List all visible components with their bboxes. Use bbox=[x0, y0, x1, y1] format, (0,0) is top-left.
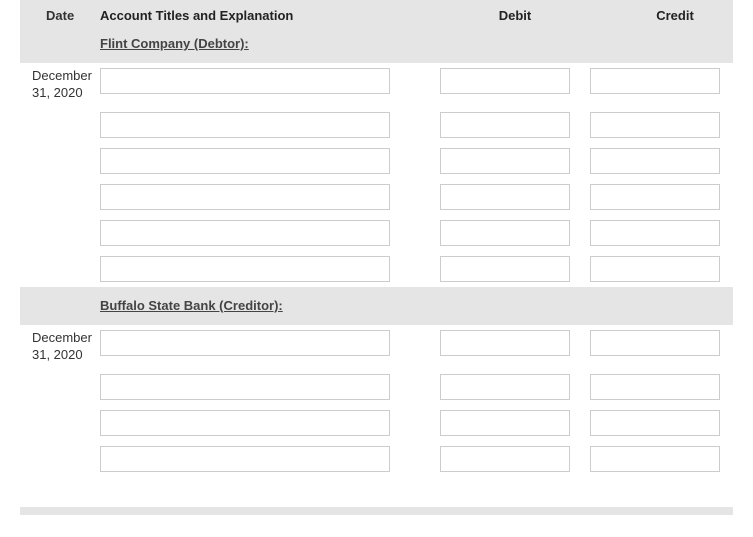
account-input[interactable] bbox=[100, 148, 390, 174]
credit-input[interactable] bbox=[590, 446, 720, 472]
credit-input[interactable] bbox=[590, 330, 720, 356]
section-title-creditor: Buffalo State Bank (Creditor): bbox=[100, 298, 283, 313]
account-input[interactable] bbox=[100, 256, 390, 282]
credit-input[interactable] bbox=[590, 410, 720, 436]
debit-input[interactable] bbox=[440, 446, 570, 472]
credit-input[interactable] bbox=[590, 112, 720, 138]
header-account: Account Titles and Explanation bbox=[100, 8, 420, 23]
entry-row bbox=[20, 369, 733, 405]
credit-input[interactable] bbox=[590, 184, 720, 210]
debit-input[interactable] bbox=[440, 410, 570, 436]
account-input[interactable] bbox=[100, 374, 390, 400]
header-debit: Debit bbox=[420, 8, 570, 23]
entry-row bbox=[20, 405, 733, 441]
journal-entry-table: Date Account Titles and Explanation Debi… bbox=[20, 0, 733, 515]
entry-row bbox=[20, 215, 733, 251]
account-input[interactable] bbox=[100, 220, 390, 246]
debit-input[interactable] bbox=[440, 220, 570, 246]
column-headers: Date Account Titles and Explanation Debi… bbox=[20, 0, 733, 29]
section-header-debtor: Flint Company (Debtor): bbox=[20, 29, 733, 63]
date-cell: December 31, 2020 bbox=[20, 68, 100, 102]
entry-row bbox=[20, 143, 733, 179]
entry-row: December 31, 2020 bbox=[20, 63, 733, 107]
section-header-creditor: Buffalo State Bank (Creditor): bbox=[20, 287, 733, 325]
debit-input[interactable] bbox=[440, 330, 570, 356]
account-input[interactable] bbox=[100, 68, 390, 94]
header-date: Date bbox=[20, 8, 100, 23]
account-input[interactable] bbox=[100, 184, 390, 210]
debit-input[interactable] bbox=[440, 374, 570, 400]
account-input[interactable] bbox=[100, 446, 390, 472]
credit-input[interactable] bbox=[590, 148, 720, 174]
date-cell: December 31, 2020 bbox=[20, 330, 100, 364]
debit-input[interactable] bbox=[440, 148, 570, 174]
debit-input[interactable] bbox=[440, 68, 570, 94]
date-text: December 31, 2020 bbox=[32, 68, 100, 102]
credit-input[interactable] bbox=[590, 68, 720, 94]
entry-row bbox=[20, 251, 733, 287]
account-input[interactable] bbox=[100, 410, 390, 436]
credit-input[interactable] bbox=[590, 256, 720, 282]
entry-row bbox=[20, 107, 733, 143]
header-credit: Credit bbox=[570, 8, 720, 23]
section-title-debtor: Flint Company (Debtor): bbox=[100, 36, 249, 51]
entry-row bbox=[20, 441, 733, 477]
account-input[interactable] bbox=[100, 330, 390, 356]
debit-input[interactable] bbox=[440, 256, 570, 282]
entry-row bbox=[20, 179, 733, 215]
credit-input[interactable] bbox=[590, 220, 720, 246]
bottom-section-bar bbox=[20, 507, 733, 515]
entry-row: December 31, 2020 bbox=[20, 325, 733, 369]
account-input[interactable] bbox=[100, 112, 390, 138]
date-text: December 31, 2020 bbox=[32, 330, 100, 364]
debit-input[interactable] bbox=[440, 112, 570, 138]
debit-input[interactable] bbox=[440, 184, 570, 210]
credit-input[interactable] bbox=[590, 374, 720, 400]
